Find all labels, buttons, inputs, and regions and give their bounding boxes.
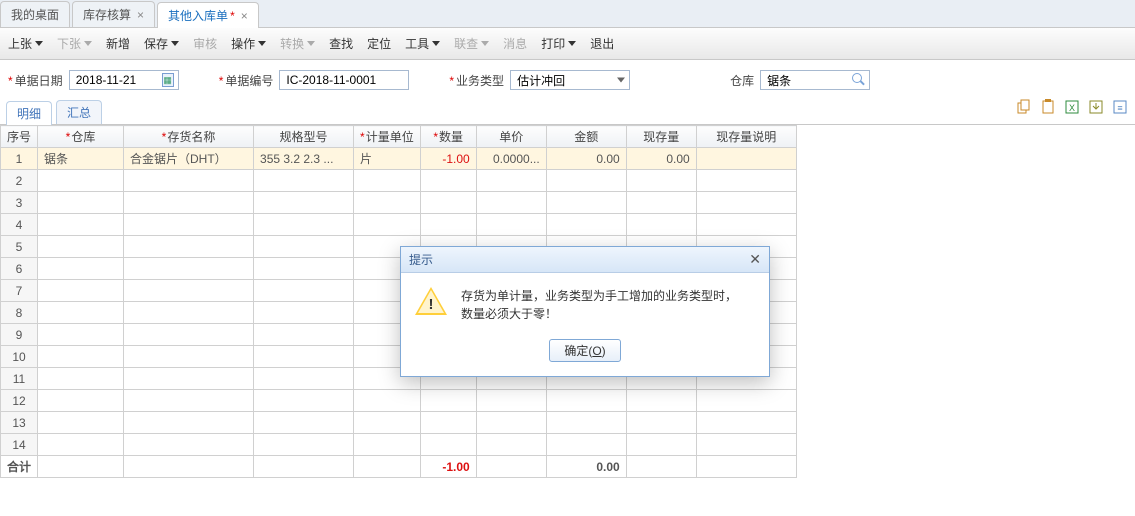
dialog-titlebar[interactable]: 提示 ✕ (401, 247, 769, 273)
message-dialog: 提示 ✕ ! 存货为单计量，业务类型为手工增加的业务类型时， 数量必须大于零！ … (400, 246, 770, 377)
dialog-title: 提示 (409, 251, 433, 268)
warning-icon: ! (415, 287, 447, 315)
modal-overlay: 提示 ✕ ! 存货为单计量，业务类型为手工增加的业务类型时， 数量必须大于零！ … (0, 0, 1135, 516)
dialog-message: 存货为单计量，业务类型为手工增加的业务类型时， 数量必须大于零！ (461, 287, 737, 323)
dialog-body: ! 存货为单计量，业务类型为手工增加的业务类型时， 数量必须大于零！ (401, 273, 769, 329)
close-icon[interactable]: ✕ (749, 251, 761, 268)
ok-button[interactable]: 确定(O) (549, 339, 620, 362)
